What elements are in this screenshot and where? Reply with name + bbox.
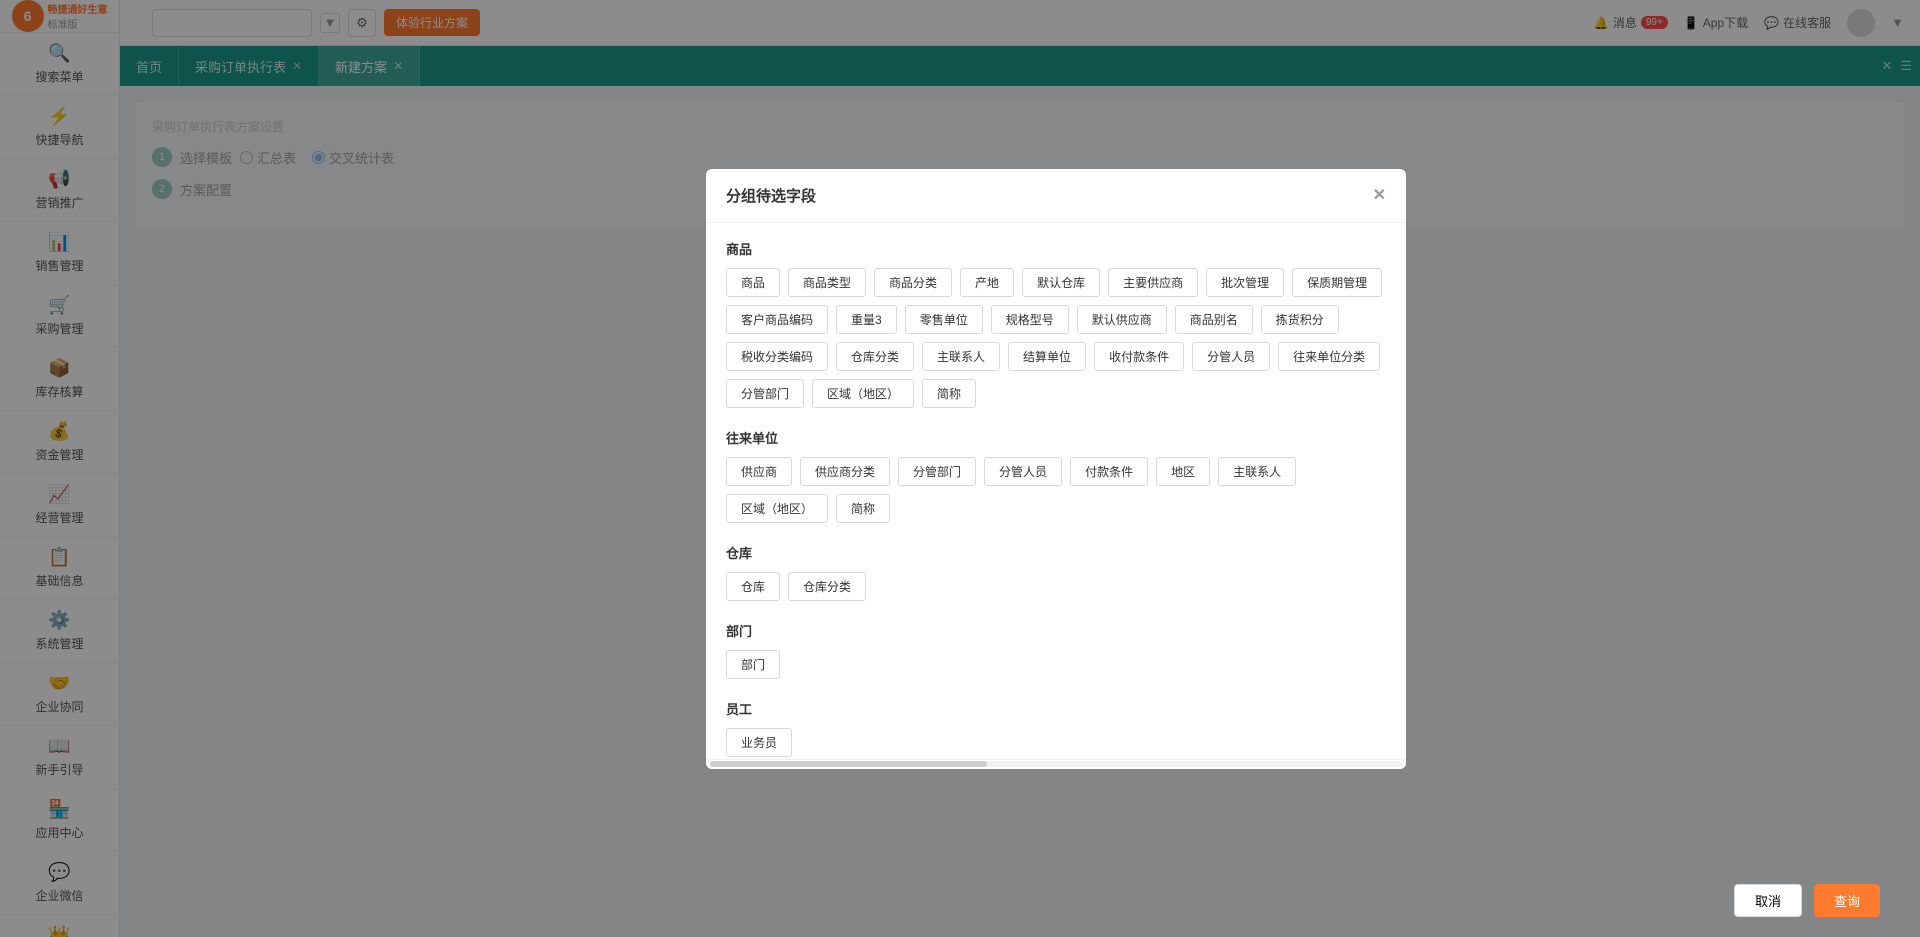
chip-partner-7[interactable]: 区域（地区） <box>726 494 828 523</box>
chip-goods-5[interactable]: 主要供应商 <box>1108 268 1198 297</box>
cancel-button[interactable]: 取消 <box>1734 884 1802 917</box>
chip-goods-24[interactable]: 简称 <box>922 379 976 408</box>
chip-goods-19[interactable]: 收付款条件 <box>1094 342 1184 371</box>
scroll-thumb <box>710 761 987 767</box>
modal-header: 分组待选字段 ✕ <box>706 169 1406 223</box>
chip-employee-0[interactable]: 业务员 <box>726 728 792 757</box>
confirm-button[interactable]: 查询 <box>1814 884 1880 917</box>
section-partner-title: 往来单位 <box>726 428 1386 447</box>
chip-goods-18[interactable]: 结算单位 <box>1008 342 1086 371</box>
modal-body: 商品 商品 商品类型 商品分类 产地 默认仓库 主要供应商 批次管理 保质期管理… <box>706 223 1406 760</box>
chip-goods-20[interactable]: 分管人员 <box>1192 342 1270 371</box>
section-employee: 员工 业务员 <box>726 699 1386 757</box>
chip-goods-11[interactable]: 规格型号 <box>991 305 1069 334</box>
scroll-track <box>710 761 1402 767</box>
chip-warehouse-1[interactable]: 仓库分类 <box>788 572 866 601</box>
chip-partner-5[interactable]: 地区 <box>1156 457 1210 486</box>
chip-goods-17[interactable]: 主联系人 <box>922 342 1000 371</box>
chip-goods-22[interactable]: 分管部门 <box>726 379 804 408</box>
chip-partner-3[interactable]: 分管人员 <box>984 457 1062 486</box>
modal-title: 分组待选字段 <box>726 185 816 206</box>
chip-goods-3[interactable]: 产地 <box>960 268 1014 297</box>
section-warehouse-chips: 仓库 仓库分类 <box>726 572 1386 601</box>
chip-department-0[interactable]: 部门 <box>726 650 780 679</box>
chip-goods-23[interactable]: 区域（地区） <box>812 379 914 408</box>
section-partner-chips: 供应商 供应商分类 分管部门 分管人员 付款条件 地区 主联系人 区域（地区） … <box>726 457 1386 523</box>
chip-goods-10[interactable]: 零售单位 <box>905 305 983 334</box>
chip-partner-4[interactable]: 付款条件 <box>1070 457 1148 486</box>
chip-goods-21[interactable]: 往来单位分类 <box>1278 342 1380 371</box>
section-goods-title: 商品 <box>726 239 1386 258</box>
chip-partner-2[interactable]: 分管部门 <box>898 457 976 486</box>
chip-partner-8[interactable]: 简称 <box>836 494 890 523</box>
action-buttons: 取消 查询 <box>1734 884 1880 917</box>
section-goods: 商品 商品 商品类型 商品分类 产地 默认仓库 主要供应商 批次管理 保质期管理… <box>726 239 1386 408</box>
chip-partner-6[interactable]: 主联系人 <box>1218 457 1296 486</box>
section-goods-chips: 商品 商品类型 商品分类 产地 默认仓库 主要供应商 批次管理 保质期管理 客户… <box>726 268 1386 408</box>
section-partner: 往来单位 供应商 供应商分类 分管部门 分管人员 付款条件 地区 主联系人 区域… <box>726 428 1386 523</box>
section-employee-chips: 业务员 <box>726 728 1386 757</box>
chip-goods-0[interactable]: 商品 <box>726 268 780 297</box>
section-warehouse-title: 仓库 <box>726 543 1386 562</box>
modal-close-button[interactable]: ✕ <box>1373 185 1386 205</box>
chip-partner-1[interactable]: 供应商分类 <box>800 457 890 486</box>
chip-goods-6[interactable]: 批次管理 <box>1206 268 1284 297</box>
section-warehouse: 仓库 仓库 仓库分类 <box>726 543 1386 601</box>
section-department-title: 部门 <box>726 621 1386 640</box>
chip-goods-14[interactable]: 拣货积分 <box>1261 305 1339 334</box>
chip-goods-2[interactable]: 商品分类 <box>874 268 952 297</box>
chip-goods-4[interactable]: 默认仓库 <box>1022 268 1100 297</box>
section-department: 部门 部门 <box>726 621 1386 679</box>
section-employee-title: 员工 <box>726 699 1386 718</box>
chip-goods-15[interactable]: 税收分类编码 <box>726 342 828 371</box>
chip-goods-9[interactable]: 重量3 <box>836 305 897 334</box>
section-department-chips: 部门 <box>726 650 1386 679</box>
modal-horizontal-scrollbar[interactable] <box>706 759 1406 768</box>
chip-goods-16[interactable]: 仓库分类 <box>836 342 914 371</box>
chip-goods-12[interactable]: 默认供应商 <box>1077 305 1167 334</box>
chip-goods-1[interactable]: 商品类型 <box>788 268 866 297</box>
chip-warehouse-0[interactable]: 仓库 <box>726 572 780 601</box>
chip-goods-7[interactable]: 保质期管理 <box>1292 268 1382 297</box>
field-selection-modal: 分组待选字段 ✕ 商品 商品 商品类型 商品分类 产地 默认仓库 主要供应商 批… <box>706 169 1406 769</box>
chip-goods-8[interactable]: 客户商品编码 <box>726 305 828 334</box>
chip-goods-13[interactable]: 商品别名 <box>1175 305 1253 334</box>
chip-partner-0[interactable]: 供应商 <box>726 457 792 486</box>
